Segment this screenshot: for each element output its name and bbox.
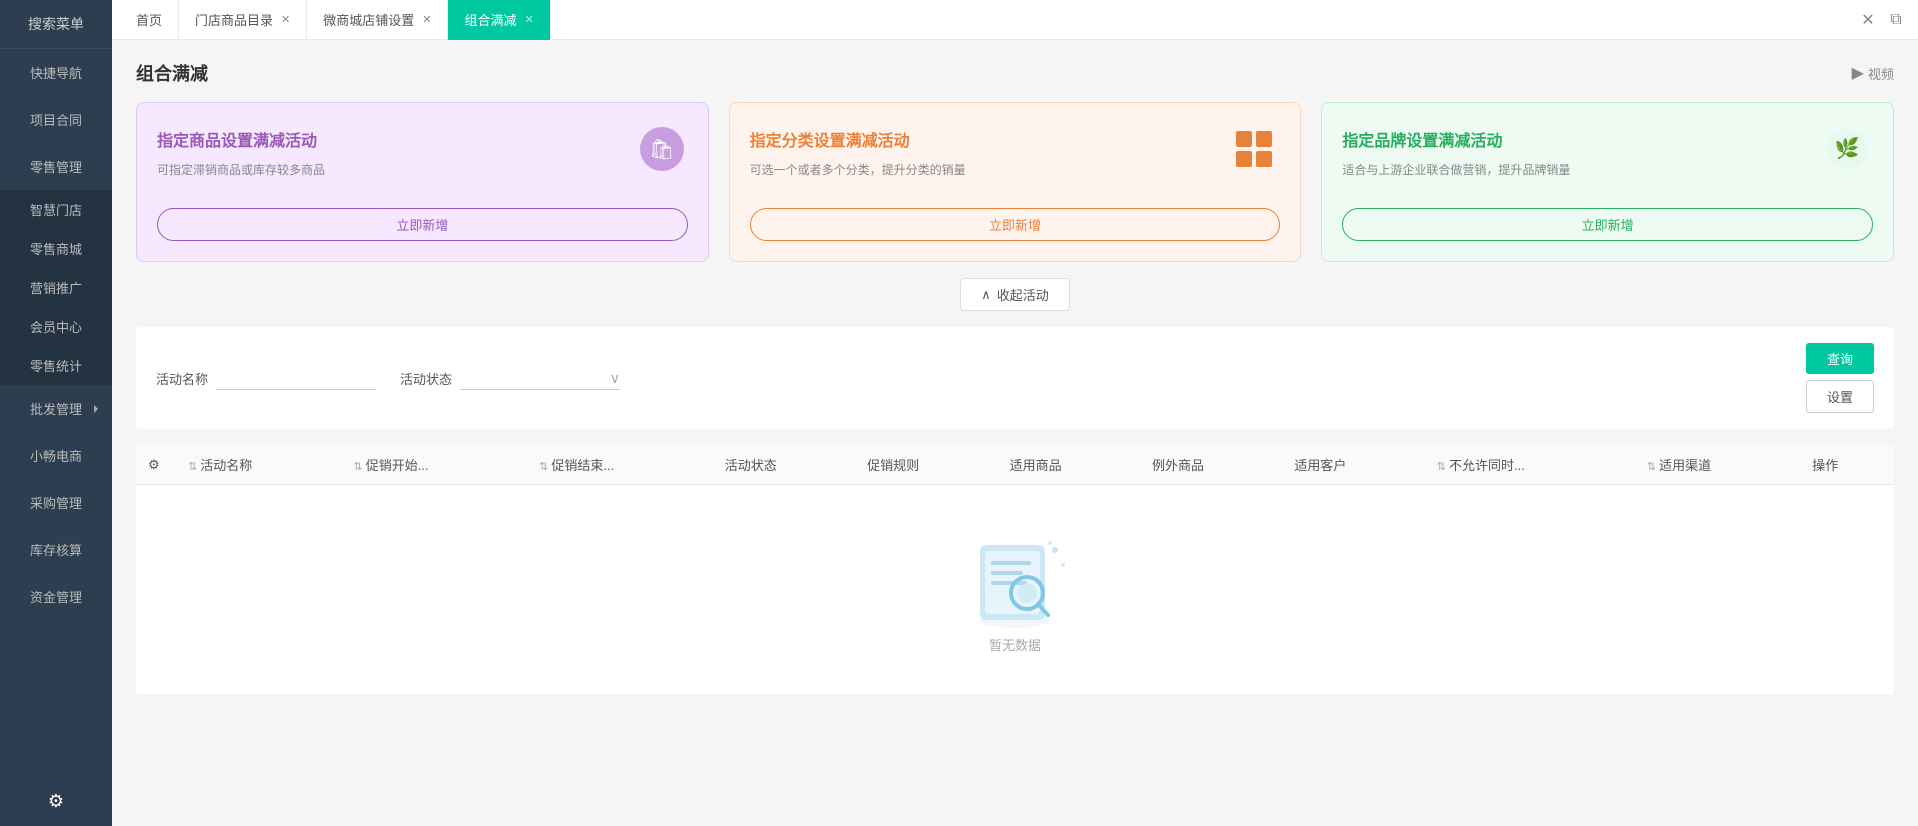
activity-status-select-wrapper: ∨: [460, 366, 620, 390]
play-circle-icon: ▶: [1852, 63, 1864, 83]
video-link[interactable]: ▶ 视频: [1852, 63, 1894, 83]
sidebar-item-quick-nav[interactable]: 快捷导航: [0, 49, 112, 96]
sidebar-settings-btn[interactable]: ⚙: [0, 777, 112, 826]
page-title: 组合满减: [136, 60, 208, 86]
sidebar-item-marketing[interactable]: 营销推广: [0, 268, 112, 307]
tab-close-wechat-store-settings[interactable]: ✕: [422, 13, 431, 26]
brand-activity-title: 指定品牌设置满减活动: [1342, 127, 1873, 151]
category-activity-add-btn[interactable]: 立即新增: [750, 208, 1281, 241]
table-body: 暂无数据: [136, 485, 1894, 695]
activity-status-select[interactable]: [460, 366, 620, 390]
col-applicable-customers: 适用客户: [1282, 445, 1424, 485]
settings-icon: ⚙: [148, 457, 160, 472]
product-activity-add-btn[interactable]: 立即新增: [157, 208, 688, 241]
tab-combo-discount[interactable]: 组合满减 ✕: [448, 0, 550, 40]
product-activity-desc: 可指定滞销商品或库存较多商品: [157, 161, 688, 192]
col-activity-status: 活动状态: [713, 445, 855, 485]
tab-close-store-catalog[interactable]: ✕: [281, 13, 290, 26]
filter-bar: 活动名称 活动状态 ∨ 查询 设置: [136, 327, 1894, 429]
category-activity-title: 指定分类设置满减活动: [750, 127, 1281, 151]
activity-name-label: 活动名称: [156, 369, 208, 388]
content-area: 组合满减 ▶ 视频 🛍 指定商品设置满减活动 可指定滞销商品或库存较多商品 立即…: [112, 40, 1918, 826]
col-activity-name[interactable]: 活动名称: [176, 445, 341, 485]
sidebar-item-xiochang-ecommerce[interactable]: 小畅电商: [0, 432, 112, 479]
col-promo-end[interactable]: 促销结束...: [527, 445, 713, 485]
sidebar-item-project-contract[interactable]: 项目合同: [0, 96, 112, 143]
product-activity-card: 🛍 指定商品设置满减活动 可指定滞销商品或库存较多商品 立即新增: [136, 102, 709, 262]
col-promo-start[interactable]: 促销开始...: [341, 445, 527, 485]
main-area: 首页 门店商品目录 ✕ 微商城店铺设置 ✕ 组合满减 ✕ ✕ ⧉ 组合满减: [112, 0, 1918, 826]
empty-state: 暂无数据: [136, 485, 1894, 694]
sidebar-item-inventory-calc[interactable]: 库存核算: [0, 526, 112, 573]
maximize-window-btn[interactable]: ⧉: [1886, 10, 1906, 30]
gear-icon: ⚙: [48, 791, 64, 811]
col-operations: 操作: [1800, 445, 1894, 485]
page-header: 组合满减 ▶ 视频: [136, 60, 1894, 86]
brand-activity-desc: 适合与上游企业联合做营销，提升品牌销量: [1342, 161, 1873, 192]
col-settings[interactable]: ⚙: [136, 445, 176, 485]
tab-close-combo-discount[interactable]: ✕: [525, 13, 534, 26]
sidebar-item-retail-stats[interactable]: 零售统计: [0, 346, 112, 385]
empty-illustration: [955, 525, 1075, 635]
close-window-btn[interactable]: ✕: [1858, 10, 1878, 30]
col-promo-rules: 促销规则: [855, 445, 997, 485]
product-activity-icon: 🛍: [640, 127, 684, 171]
activity-status-label: 活动状态: [400, 369, 452, 388]
brand-activity-icon: 🌿: [1825, 127, 1869, 171]
chevron-up-icon: ∧: [981, 287, 991, 303]
activity-name-input[interactable]: [216, 366, 376, 390]
tab-home[interactable]: 首页: [120, 0, 179, 40]
svg-text:🌿: 🌿: [1835, 136, 1860, 160]
col-applicable-products: 适用商品: [998, 445, 1140, 485]
product-activity-title: 指定商品设置满减活动: [157, 127, 688, 151]
brand-activity-card: 🌿 指定品牌设置满减活动 适合与上游企业联合做营销，提升品牌销量 立即新增: [1321, 102, 1894, 262]
sidebar-item-retail-mgmt[interactable]: 零售管理: [0, 143, 112, 190]
sidebar-item-finance-mgmt[interactable]: 资金管理: [0, 573, 112, 620]
filter-actions: 查询 设置: [1806, 343, 1874, 413]
table-header-row: ⚙ 活动名称 促销开始... 促销结束... 活动状态: [136, 445, 1894, 485]
brand-activity-add-btn[interactable]: 立即新增: [1342, 208, 1873, 241]
query-btn[interactable]: 查询: [1806, 343, 1874, 374]
category-activity-card: 指定分类设置满减活动 可选一个或者多个分类，提升分类的销量 立即新增: [729, 102, 1302, 262]
window-controls: ✕ ⧉: [1858, 10, 1910, 30]
tab-bar: 首页 门店商品目录 ✕ 微商城店铺设置 ✕ 组合满减 ✕ ✕ ⧉: [112, 0, 1918, 40]
sidebar-item-retail-mall[interactable]: 零售商城: [0, 229, 112, 268]
sidebar-item-smart-store[interactable]: 智慧门店: [0, 190, 112, 229]
sidebar-item-member-center[interactable]: 会员中心: [0, 307, 112, 346]
col-no-concurrent[interactable]: 不允许同时...: [1425, 445, 1635, 485]
collapse-activity-btn[interactable]: ∧ 收起活动: [960, 278, 1070, 311]
col-exception-products: 例外商品: [1140, 445, 1282, 485]
sidebar-search[interactable]: 搜索菜单: [0, 0, 112, 49]
tab-wechat-store-settings[interactable]: 微商城店铺设置 ✕: [307, 0, 448, 40]
filter-activity-name: 活动名称: [156, 366, 376, 390]
empty-text: 暂无数据: [989, 635, 1041, 654]
activity-cards: 🛍 指定商品设置满减活动 可指定滞销商品或库存较多商品 立即新增 指定分类设置满…: [136, 102, 1894, 262]
sidebar: 搜索菜单 快捷导航 项目合同 零售管理 智慧门店 零售商城 营销推广 会员中心 …: [0, 0, 112, 826]
col-applicable-channels[interactable]: 适用渠道: [1635, 445, 1800, 485]
data-table-container: ⚙ 活动名称 促销开始... 促销结束... 活动状态: [136, 445, 1894, 694]
sidebar-item-wholesale-mgmt[interactable]: 批发管理: [0, 385, 112, 432]
setting-btn[interactable]: 设置: [1806, 380, 1874, 413]
filter-activity-status: 活动状态 ∨: [400, 366, 620, 390]
data-table: ⚙ 活动名称 促销开始... 促销结束... 活动状态: [136, 445, 1894, 694]
collapse-bar: ∧ 收起活动: [136, 278, 1894, 311]
category-activity-desc: 可选一个或者多个分类，提升分类的销量: [750, 161, 1281, 192]
category-activity-icon: [1232, 127, 1276, 171]
sidebar-item-purchase-mgmt[interactable]: 采购管理: [0, 479, 112, 526]
tab-store-catalog[interactable]: 门店商品目录 ✕: [179, 0, 307, 40]
empty-state-row: 暂无数据: [136, 485, 1894, 695]
